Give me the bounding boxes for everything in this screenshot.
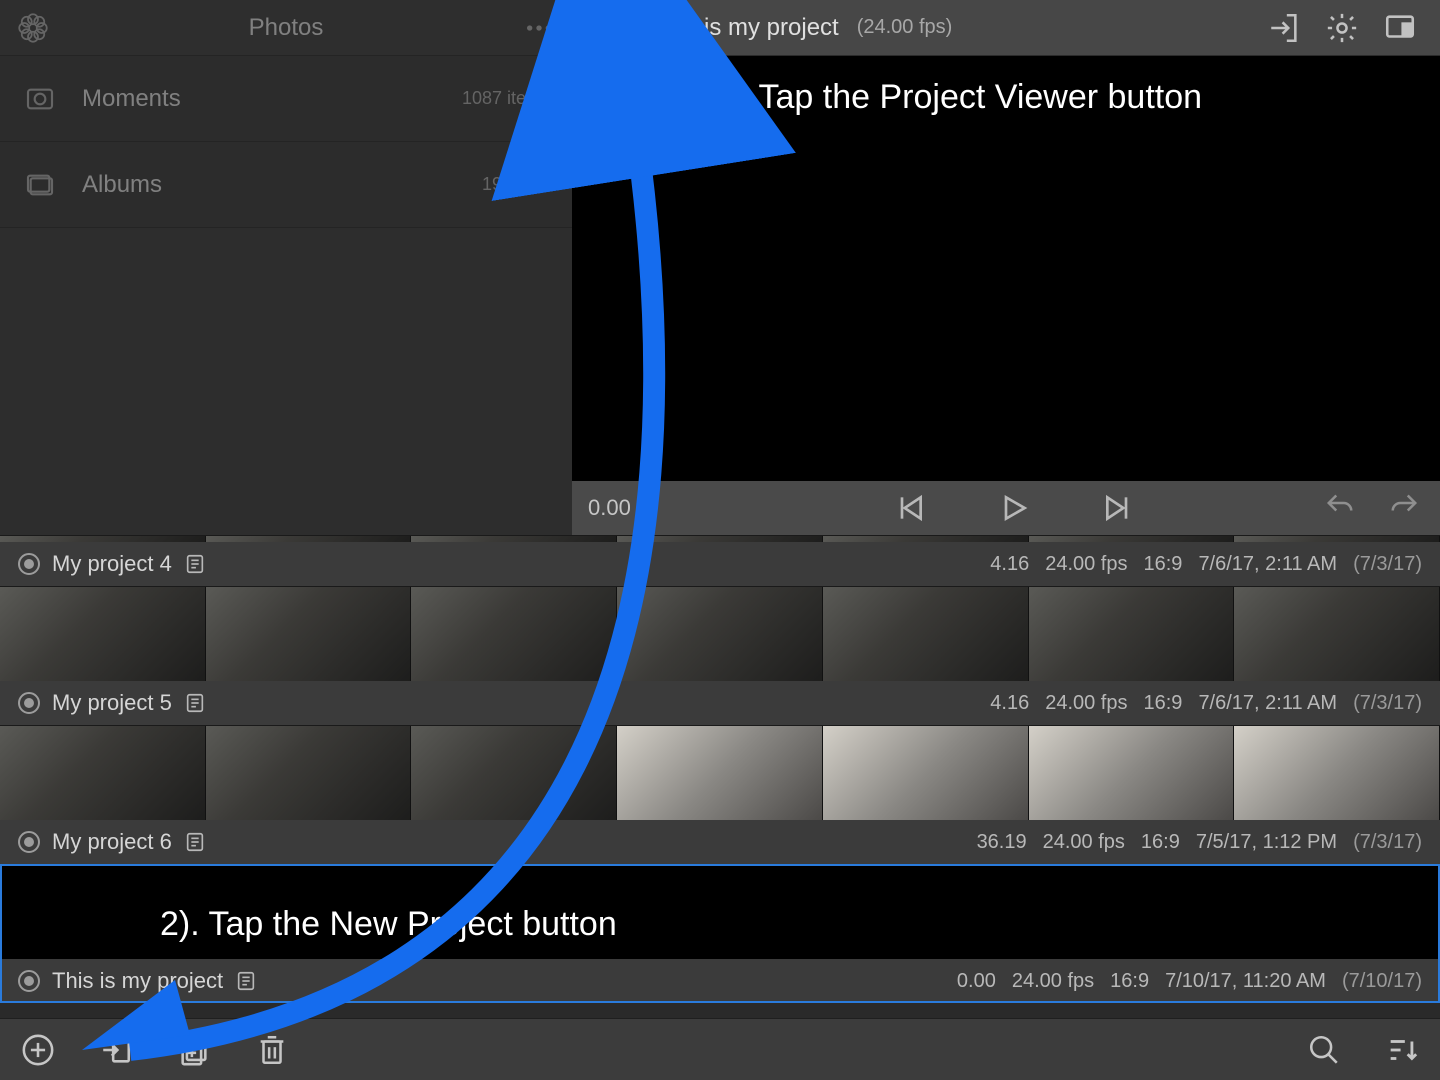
filmstrip[interactable]	[0, 726, 1440, 820]
project-fps: 24.00 fps	[1012, 970, 1094, 993]
project-bar: This is my project 0.00 24.00 fps 16:9 7/10/…	[0, 959, 1440, 1003]
sidebar-item-count: 1087 items	[462, 88, 550, 109]
project-duration: 4.16	[990, 553, 1029, 576]
project-created: 7/5/17, 1:12 PM	[1196, 831, 1337, 854]
select-radio[interactable]	[18, 970, 40, 992]
thumbnail[interactable]	[206, 726, 412, 820]
prev-frame-button[interactable]	[890, 488, 930, 528]
thumbnail[interactable]	[206, 587, 412, 681]
notes-icon[interactable]	[184, 831, 206, 853]
project-title: This is my project	[652, 14, 839, 42]
thumbnail[interactable]	[1234, 536, 1440, 542]
more-icon[interactable]	[522, 11, 556, 45]
copy-button[interactable]	[174, 1030, 214, 1070]
thumbnail[interactable]	[411, 726, 617, 820]
bottom-toolbar	[0, 1018, 1440, 1080]
project-aspect: 16:9	[1110, 970, 1149, 993]
thumbnail[interactable]	[617, 726, 823, 820]
thumbnail[interactable]	[411, 536, 617, 542]
notes-icon[interactable]	[184, 692, 206, 714]
thumbnail[interactable]	[0, 726, 206, 820]
thumbnail[interactable]	[1029, 587, 1235, 681]
sidebar-item-label: Moments	[82, 85, 438, 113]
photos-sidebar: Photos Moments 1087 items Albums 19 item…	[0, 0, 572, 535]
project-viewer-button[interactable]	[592, 7, 634, 49]
thumbnail[interactable]	[1234, 726, 1440, 820]
sidebar-item-count: 19 items	[482, 174, 550, 195]
project-duration: 36.19	[977, 831, 1027, 854]
project-modified: (7/3/17)	[1353, 831, 1422, 854]
sidebar-item-albums[interactable]: Albums 19 items	[0, 142, 572, 228]
project-name: My project 6	[52, 829, 172, 855]
thumbnail[interactable]	[206, 536, 412, 542]
filmstrip[interactable]	[0, 536, 1440, 542]
thumbnail[interactable]	[617, 536, 823, 542]
viewer-canvas[interactable]	[572, 56, 1440, 481]
new-project-button[interactable]	[18, 1030, 58, 1070]
notes-icon[interactable]	[184, 553, 206, 575]
project-bar: My project 5 4.16 24.00 fps 16:9 7/6/17, 2:1…	[0, 681, 1440, 725]
project-fps: 24.00 fps	[1043, 831, 1125, 854]
layout-button[interactable]	[1380, 8, 1420, 48]
project-row[interactable]: My project 6 36.19 24.00 fps 16:9 7/5/17, 1:…	[0, 725, 1440, 864]
select-radio[interactable]	[18, 553, 40, 575]
project-bar: My project 6 36.19 24.00 fps 16:9 7/5/17, 1:…	[0, 820, 1440, 864]
project-created: 7/10/17, 11:20 AM	[1165, 970, 1326, 993]
project-aspect: 16:9	[1141, 831, 1180, 854]
export-button[interactable]	[1264, 8, 1304, 48]
filmstrip[interactable]	[0, 587, 1440, 681]
thumbnail[interactable]	[0, 536, 206, 542]
project-modified: (7/10/17)	[1342, 970, 1422, 993]
time-readout: 0.00	[588, 495, 708, 521]
undo-button[interactable]	[1320, 488, 1360, 528]
thumbnail[interactable]	[823, 536, 1029, 542]
thumbnail[interactable]	[0, 587, 206, 681]
play-button[interactable]	[994, 488, 1034, 528]
thumbnail[interactable]	[411, 587, 617, 681]
project-fps: 24.00 fps	[1045, 553, 1127, 576]
select-radio[interactable]	[18, 692, 40, 714]
project-duration: 0.00	[957, 970, 996, 993]
thumbnail[interactable]	[617, 587, 823, 681]
thumbnail[interactable]	[1234, 587, 1440, 681]
sidebar-item-moments[interactable]: Moments 1087 items	[0, 56, 572, 142]
delete-button[interactable]	[252, 1030, 292, 1070]
project-name: My project 5	[52, 690, 172, 716]
project-modified: (7/3/17)	[1353, 553, 1422, 576]
select-radio[interactable]	[18, 831, 40, 853]
import-button[interactable]	[96, 1030, 136, 1070]
project-row[interactable]: My project 4 4.16 24.00 fps 16:9 7/6/17, 2:1…	[0, 535, 1440, 586]
next-frame-button[interactable]	[1098, 488, 1138, 528]
project-row[interactable]: My project 5 4.16 24.00 fps 16:9 7/6/17, 2:1…	[0, 586, 1440, 725]
project-duration: 4.16	[990, 692, 1029, 715]
settings-button[interactable]	[1322, 8, 1362, 48]
annotation-step-1: 1). Tap the Project Viewer button	[710, 78, 1202, 117]
project-fps: (24.00 fps)	[857, 16, 953, 39]
project-bar: My project 4 4.16 24.00 fps 16:9 7/6/17, 2:1…	[0, 542, 1440, 586]
thumbnail[interactable]	[1029, 536, 1235, 542]
thumbnail[interactable]	[823, 726, 1029, 820]
annotation-step-2: 2). Tap the New Project button	[160, 905, 617, 944]
project-modified: (7/3/17)	[1353, 692, 1422, 715]
project-fps: 24.00 fps	[1045, 692, 1127, 715]
thumbnail[interactable]	[823, 587, 1029, 681]
project-created: 7/6/17, 2:11 AM	[1198, 692, 1337, 715]
project-name: My project 4	[52, 551, 172, 577]
redo-button[interactable]	[1384, 488, 1424, 528]
sidebar-title: Photos	[50, 14, 522, 42]
project-created: 7/6/17, 2:11 AM	[1198, 553, 1337, 576]
project-aspect: 16:9	[1144, 553, 1183, 576]
thumbnail[interactable]	[1029, 726, 1235, 820]
project-name: This is my project	[52, 968, 223, 994]
photos-app-icon	[16, 11, 50, 45]
moments-icon	[22, 81, 58, 117]
notes-icon[interactable]	[235, 970, 257, 992]
project-aspect: 16:9	[1144, 692, 1183, 715]
search-button[interactable]	[1304, 1030, 1344, 1070]
albums-icon	[22, 167, 58, 203]
sidebar-item-label: Albums	[82, 171, 458, 199]
sort-button[interactable]	[1382, 1030, 1422, 1070]
